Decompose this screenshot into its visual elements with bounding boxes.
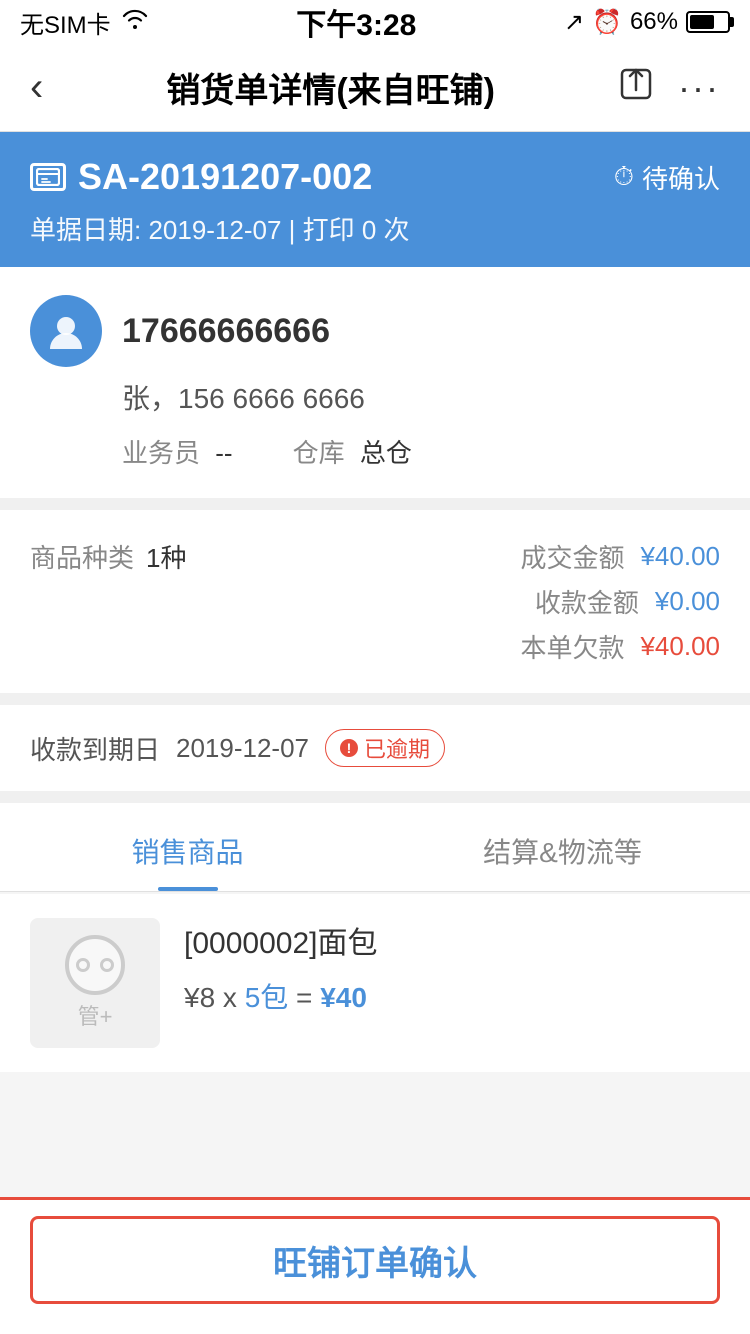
order-header: SA-20191207-002 ⏱ 待确认 单据日期: 2019-12-07 |…	[0, 132, 750, 267]
tab-settlement[interactable]: 结算&物流等	[375, 803, 750, 891]
page-title: 销货单详情(来自旺铺)	[43, 63, 618, 112]
confirm-button-wrap: 旺铺订单确认	[0, 1197, 750, 1334]
product-section: 管+ [0000002]面包 ¥8 x 5包 = ¥40	[0, 894, 750, 1072]
tab-products[interactable]: 销售商品	[0, 803, 375, 891]
customer-phone: 17666666666	[122, 312, 330, 351]
status-bar: 无SIM卡 下午3:28 ↗ ⏰ 66%	[0, 0, 750, 44]
more-button[interactable]: ···	[678, 67, 720, 109]
product-type: 商品种类 1种	[30, 538, 186, 575]
avatar	[30, 295, 102, 367]
due-label: 收款到期日	[30, 730, 160, 767]
product-item: 管+ [0000002]面包 ¥8 x 5包 = ¥40	[30, 918, 720, 1048]
order-icon	[30, 163, 66, 191]
nav-bar: ‹ 销货单详情(来自旺铺) ···	[0, 44, 750, 132]
tabs: 销售商品 结算&物流等	[0, 803, 750, 892]
share-button[interactable]	[618, 66, 654, 110]
alarm-icon: ⏰	[592, 8, 622, 37]
status-left: 无SIM卡	[20, 5, 149, 40]
customer-row: 17666666666	[30, 295, 720, 367]
order-id: SA-20191207-002	[30, 156, 372, 198]
due-section: 收款到期日 2019-12-07 ! 已逾期	[0, 705, 750, 803]
overdue-badge: ! 已逾期	[325, 729, 445, 767]
nav-actions: ···	[618, 66, 720, 110]
amounts: 成交金额 ¥40.00 收款金额 ¥0.00 本单欠款 ¥40.00	[520, 538, 720, 665]
summary-section: 商品种类 1种 成交金额 ¥40.00 收款金额 ¥0.00 本单欠款 ¥40.…	[0, 510, 750, 705]
status-time: 下午3:28	[296, 0, 416, 44]
warning-icon: !	[340, 739, 358, 757]
warehouse-info: 仓库 总仓	[293, 433, 412, 470]
customer-name: 张，156 6666 6666	[30, 377, 720, 417]
product-placeholder-icon: 管+	[65, 935, 125, 1031]
carrier-label: 无SIM卡	[20, 5, 111, 40]
confirm-order-button[interactable]: 旺铺订单确认	[30, 1216, 720, 1304]
product-thumbnail: 管+	[30, 918, 160, 1048]
clock-icon: ⏱	[614, 161, 634, 193]
order-date: 单据日期: 2019-12-07 | 打印 0 次	[30, 210, 720, 247]
received-amount: 收款金额 ¥0.00	[535, 583, 720, 620]
battery-icon	[686, 11, 730, 33]
customer-section: 17666666666 张，156 6666 6666 业务员 -- 仓库 总仓	[0, 267, 750, 510]
location-icon: ↗	[564, 8, 584, 37]
salesperson-info: 业务员 --	[122, 433, 233, 470]
order-status: ⏱ 待确认	[614, 159, 720, 196]
product-details: [0000002]面包 ¥8 x 5包 = ¥40	[184, 918, 720, 1016]
back-button[interactable]: ‹	[30, 65, 43, 110]
due-date: 2019-12-07	[176, 733, 309, 764]
product-name: [0000002]面包	[184, 918, 720, 962]
wifi-icon	[121, 8, 149, 36]
battery-percent: 66%	[630, 8, 678, 36]
status-right: ↗ ⏰ 66%	[564, 8, 730, 37]
deal-amount: 成交金额 ¥40.00	[520, 538, 720, 575]
owe-amount: 本单欠款 ¥40.00	[520, 628, 720, 665]
product-price: ¥8 x 5包 = ¥40	[184, 976, 720, 1016]
customer-meta: 业务员 -- 仓库 总仓	[30, 433, 720, 470]
